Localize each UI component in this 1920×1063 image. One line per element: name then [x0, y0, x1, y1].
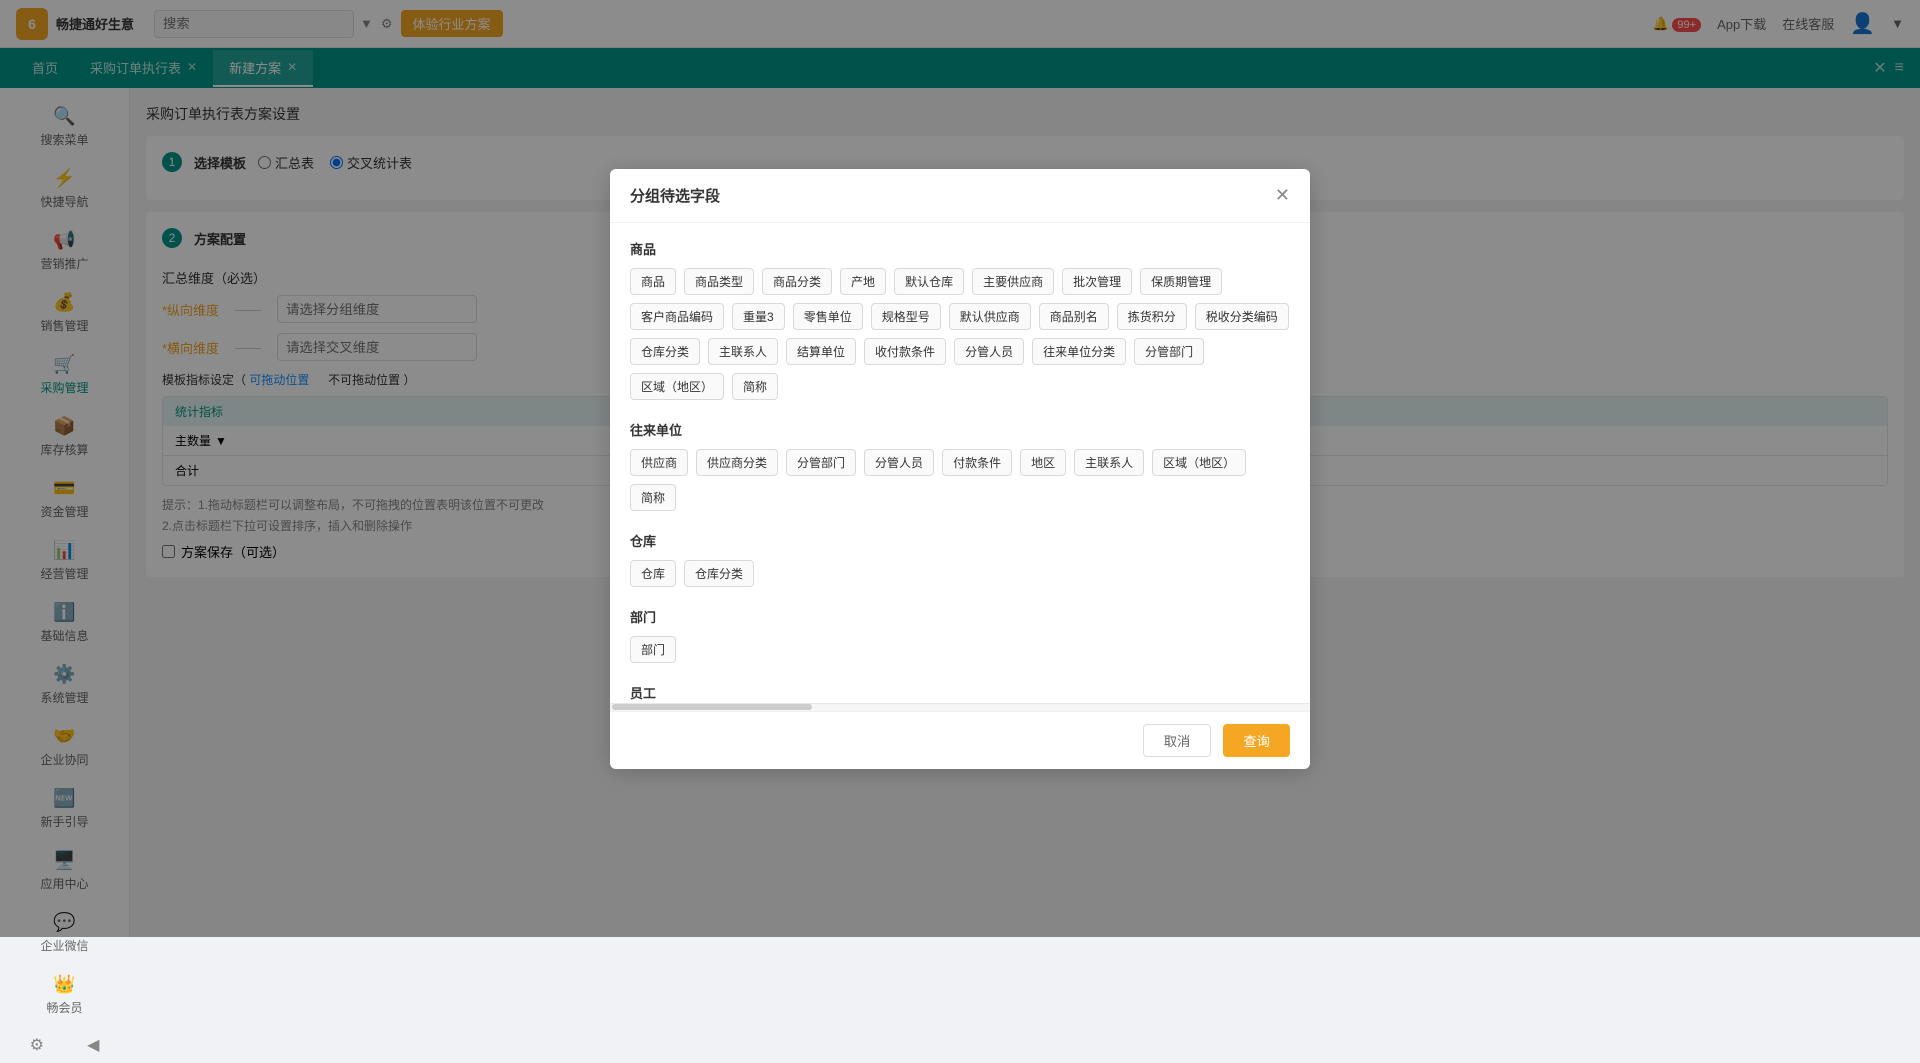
- section-product-title: 商品: [630, 239, 1290, 258]
- tag-product-22[interactable]: 分管部门: [1134, 338, 1204, 365]
- tag-product-20[interactable]: 分管人员: [954, 338, 1024, 365]
- cancel-button[interactable]: 取消: [1143, 724, 1212, 757]
- tag-product-10[interactable]: 零售单位: [793, 303, 863, 330]
- tag-product-9[interactable]: 重量3: [732, 303, 785, 330]
- tag-product-2[interactable]: 商品分类: [762, 268, 832, 295]
- tag-product-13[interactable]: 商品别名: [1039, 303, 1109, 330]
- tag-product-8[interactable]: 客户商品编码: [630, 303, 724, 330]
- section-warehouse-tags: 仓库 仓库分类: [630, 560, 1290, 587]
- modal-overlay: 分组待选字段 ✕ 商品 商品 商品类型 商品分类 产地 默认仓库 主要供应商 批…: [0, 0, 1920, 937]
- tag-product-6[interactable]: 批次管理: [1062, 268, 1132, 295]
- tag-product-0[interactable]: 商品: [630, 268, 676, 295]
- modal-header: 分组待选字段 ✕: [610, 169, 1310, 223]
- modal-hscrollbar[interactable]: [610, 703, 1310, 710]
- settings-bottom-btn[interactable]: ⚙: [30, 1035, 44, 1055]
- sidebar-item-member[interactable]: 👑 畅会员: [0, 964, 129, 1026]
- section-warehouse-title: 仓库: [630, 531, 1290, 550]
- tag-cp-5[interactable]: 地区: [1020, 449, 1066, 476]
- tag-cp-6[interactable]: 主联系人: [1074, 449, 1144, 476]
- tag-cp-0[interactable]: 供应商: [630, 449, 688, 476]
- tag-product-5[interactable]: 主要供应商: [972, 268, 1054, 295]
- section-dept-tags: 部门: [630, 636, 1290, 663]
- tag-product-16[interactable]: 仓库分类: [630, 338, 700, 365]
- sidebar-wechat-label: 企业微信: [40, 937, 88, 954]
- section-dept: 部门 部门: [630, 607, 1290, 663]
- member-icon: 👑: [53, 974, 75, 995]
- sidebar-member-label: 畅会员: [46, 999, 82, 1016]
- section-product: 商品 商品 商品类型 商品分类 产地 默认仓库 主要供应商 批次管理 保质期管理…: [630, 239, 1290, 400]
- section-dept-title: 部门: [630, 607, 1290, 626]
- hscroll-thumb: [612, 704, 812, 710]
- tag-product-1[interactable]: 商品类型: [684, 268, 754, 295]
- section-counterparty-tags: 供应商 供应商分类 分管部门 分管人员 付款条件 地区 主联系人 区域（地区） …: [630, 449, 1290, 511]
- section-staff: 员工 业务员: [630, 683, 1290, 704]
- section-product-tags: 商品 商品类型 商品分类 产地 默认仓库 主要供应商 批次管理 保质期管理 客户…: [630, 268, 1290, 400]
- section-warehouse: 仓库 仓库 仓库分类: [630, 531, 1290, 587]
- modal-footer: 取消 查询: [610, 711, 1310, 769]
- tag-cp-7[interactable]: 区域（地区）: [1152, 449, 1246, 476]
- section-counterparty-title: 往来单位: [630, 420, 1290, 439]
- tag-product-24[interactable]: 简称: [732, 373, 778, 400]
- section-counterparty: 往来单位 供应商 供应商分类 分管部门 分管人员 付款条件 地区 主联系人 区域…: [630, 420, 1290, 511]
- collapse-btn[interactable]: ◀: [87, 1035, 99, 1055]
- tag-product-23[interactable]: 区域（地区）: [630, 373, 724, 400]
- tag-cp-4[interactable]: 付款条件: [942, 449, 1012, 476]
- tag-product-12[interactable]: 默认供应商: [949, 303, 1031, 330]
- tag-cp-3[interactable]: 分管人员: [864, 449, 934, 476]
- tag-product-4[interactable]: 默认仓库: [894, 268, 964, 295]
- tag-product-21[interactable]: 往来单位分类: [1032, 338, 1126, 365]
- tag-cp-2[interactable]: 分管部门: [786, 449, 856, 476]
- tag-dept-0[interactable]: 部门: [630, 636, 676, 663]
- tag-product-19[interactable]: 收付款条件: [864, 338, 946, 365]
- tag-product-15[interactable]: 税收分类编码: [1195, 303, 1289, 330]
- tag-product-3[interactable]: 产地: [840, 268, 886, 295]
- tag-product-14[interactable]: 拣货积分: [1117, 303, 1187, 330]
- tag-cp-8[interactable]: 简称: [630, 484, 676, 511]
- tag-wh-1[interactable]: 仓库分类: [684, 560, 754, 587]
- tag-cp-1[interactable]: 供应商分类: [696, 449, 778, 476]
- tag-product-11[interactable]: 规格型号: [871, 303, 941, 330]
- sidebar-bottom: ⚙ ◀: [0, 1026, 129, 1063]
- tag-wh-0[interactable]: 仓库: [630, 560, 676, 587]
- modal-close-btn[interactable]: ✕: [1275, 185, 1290, 206]
- tag-product-18[interactable]: 结算单位: [786, 338, 856, 365]
- field-select-modal: 分组待选字段 ✕ 商品 商品 商品类型 商品分类 产地 默认仓库 主要供应商 批…: [610, 169, 1310, 769]
- modal-body: 商品 商品 商品类型 商品分类 产地 默认仓库 主要供应商 批次管理 保质期管理…: [610, 223, 1310, 704]
- tag-product-7[interactable]: 保质期管理: [1140, 268, 1222, 295]
- modal-title: 分组待选字段: [630, 185, 720, 206]
- tag-product-17[interactable]: 主联系人: [708, 338, 778, 365]
- confirm-button[interactable]: 查询: [1223, 724, 1290, 757]
- section-staff-title: 员工: [630, 683, 1290, 702]
